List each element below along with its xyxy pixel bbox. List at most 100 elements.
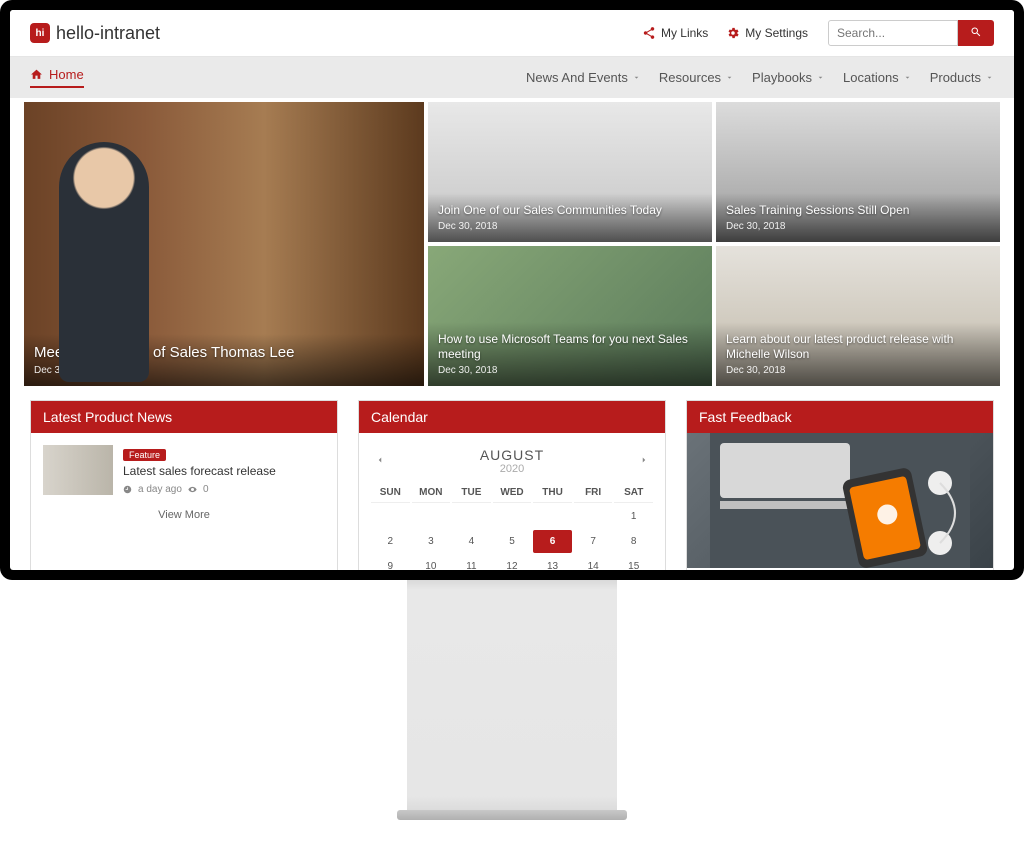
hero-tile-date: Dec 30, 2018 — [438, 365, 702, 376]
hero-main-title: Meet our new VP of Sales Thomas Lee — [34, 344, 414, 361]
hero-tile-date: Dec 30, 2018 — [726, 365, 990, 376]
nav-item-label: Resources — [659, 70, 721, 85]
chevron-left-icon — [375, 455, 385, 465]
hero-tile-title: Sales Training Sessions Still Open — [726, 203, 990, 217]
widget-feedback-header: Fast Feedback — [687, 401, 993, 433]
calendar-day-cell[interactable]: 11 — [452, 555, 491, 570]
search-input[interactable] — [828, 20, 958, 46]
nav-item-products[interactable]: Products — [930, 70, 994, 85]
eye-icon — [188, 485, 197, 494]
phone-illustration — [687, 433, 993, 568]
nav-item-label: Products — [930, 70, 981, 85]
clock-icon — [123, 485, 132, 494]
calendar-day-cell[interactable]: 1 — [614, 505, 653, 528]
nav-item-news-and-events[interactable]: News And Events — [526, 70, 641, 85]
widgets-row: Latest Product News Feature Latest sales… — [10, 390, 1014, 570]
share-icon — [642, 26, 656, 40]
calendar-title: AUGUST 2020 — [480, 447, 544, 475]
brand-logo[interactable]: hi hello-intranet — [30, 23, 160, 44]
hero-tile-0[interactable]: Join One of our Sales Communities Today … — [428, 102, 712, 242]
nav-item-locations[interactable]: Locations — [843, 70, 912, 85]
calendar-day-cell[interactable]: 12 — [493, 555, 532, 570]
widget-calendar-header: Calendar — [359, 401, 665, 433]
logo-badge-icon: hi — [30, 23, 50, 43]
my-links-link[interactable]: My Links — [642, 26, 708, 40]
widget-news-header: Latest Product News — [31, 401, 337, 433]
calendar-day-header: MON — [412, 483, 451, 503]
chevron-right-icon — [639, 455, 649, 465]
news-views: 0 — [203, 484, 209, 495]
calendar-day-header: SAT — [614, 483, 653, 503]
feedback-image[interactable] — [687, 433, 993, 568]
topbar: hi hello-intranet My Links My Settings — [10, 10, 1014, 57]
calendar-next-button[interactable] — [635, 448, 653, 474]
calendar-grid: SUNMONTUEWEDTHUFRISAT1234567891011121314… — [371, 483, 653, 570]
search-icon — [970, 26, 982, 38]
hero-tile-date: Dec 30, 2018 — [438, 221, 702, 232]
brand-name: hello-intranet — [56, 23, 160, 44]
news-item[interactable]: Feature Latest sales forecast release a … — [43, 445, 325, 495]
my-settings-link[interactable]: My Settings — [726, 26, 808, 40]
home-icon — [30, 68, 43, 81]
chevron-down-icon — [985, 73, 994, 82]
calendar-day-cell[interactable]: 13 — [533, 555, 572, 570]
calendar-day-header: THU — [533, 483, 572, 503]
calendar-day-cell[interactable]: 2 — [371, 530, 410, 553]
nav-home[interactable]: Home — [30, 67, 84, 88]
calendar-day-header: FRI — [574, 483, 613, 503]
news-thumbnail — [43, 445, 113, 495]
calendar-day-cell[interactable]: 9 — [371, 555, 410, 570]
hero-tile-title: How to use Microsoft Teams for you next … — [438, 332, 702, 361]
calendar-day-cell[interactable]: 14 — [574, 555, 613, 570]
nav-item-playbooks[interactable]: Playbooks — [752, 70, 825, 85]
nav-item-label: Locations — [843, 70, 899, 85]
calendar-day-cell[interactable]: 4 — [452, 530, 491, 553]
chevron-down-icon — [632, 73, 641, 82]
chevron-down-icon — [903, 73, 912, 82]
news-time: a day ago — [138, 484, 182, 495]
calendar-day-cell[interactable]: 7 — [574, 530, 613, 553]
monitor-stand — [407, 580, 617, 820]
chevron-down-icon — [816, 73, 825, 82]
gear-icon — [726, 26, 740, 40]
calendar-year: 2020 — [480, 463, 544, 475]
news-badge: Feature — [123, 449, 166, 461]
calendar-empty-cell — [412, 505, 451, 528]
calendar-day-cell[interactable]: 3 — [412, 530, 451, 553]
calendar-day-header: SUN — [371, 483, 410, 503]
nav-item-label: News And Events — [526, 70, 628, 85]
hero-tile-2[interactable]: How to use Microsoft Teams for you next … — [428, 246, 712, 386]
calendar-day-cell[interactable]: 6 — [533, 530, 572, 553]
hero-grid: Meet our new VP of Sales Thomas Lee Dec … — [10, 98, 1014, 390]
search-button[interactable] — [958, 20, 994, 46]
calendar-empty-cell — [533, 505, 572, 528]
calendar-day-cell[interactable]: 10 — [412, 555, 451, 570]
search-form — [828, 20, 994, 46]
widget-latest-news: Latest Product News Feature Latest sales… — [30, 400, 338, 570]
news-title: Latest sales forecast release — [123, 464, 276, 480]
calendar-day-cell[interactable]: 8 — [614, 530, 653, 553]
news-meta: a day ago 0 — [123, 484, 276, 495]
calendar-day-cell[interactable]: 5 — [493, 530, 532, 553]
calendar-day-header: TUE — [452, 483, 491, 503]
calendar-empty-cell — [493, 505, 532, 528]
my-settings-label: My Settings — [745, 26, 808, 40]
calendar-month: AUGUST — [480, 447, 544, 463]
calendar-empty-cell — [371, 505, 410, 528]
widget-calendar: Calendar AUGUST 2020 — [358, 400, 666, 570]
hero-main-date: Dec 30, 2018 — [34, 365, 414, 376]
hero-main-tile[interactable]: Meet our new VP of Sales Thomas Lee Dec … — [24, 102, 424, 386]
hero-tile-title: Learn about our latest product release w… — [726, 332, 990, 361]
calendar-empty-cell — [452, 505, 491, 528]
chevron-down-icon — [725, 73, 734, 82]
calendar-day-cell[interactable]: 15 — [614, 555, 653, 570]
nav-item-resources[interactable]: Resources — [659, 70, 734, 85]
view-more-link[interactable]: View More — [43, 503, 325, 527]
calendar-day-header: WED — [493, 483, 532, 503]
hero-tile-1[interactable]: Sales Training Sessions Still Open Dec 3… — [716, 102, 1000, 242]
hero-tile-3[interactable]: Learn about our latest product release w… — [716, 246, 1000, 386]
hero-tile-title: Join One of our Sales Communities Today — [438, 203, 702, 217]
calendar-prev-button[interactable] — [371, 448, 389, 474]
widget-fast-feedback: Fast Feedback — [686, 400, 994, 570]
nav-item-label: Playbooks — [752, 70, 812, 85]
